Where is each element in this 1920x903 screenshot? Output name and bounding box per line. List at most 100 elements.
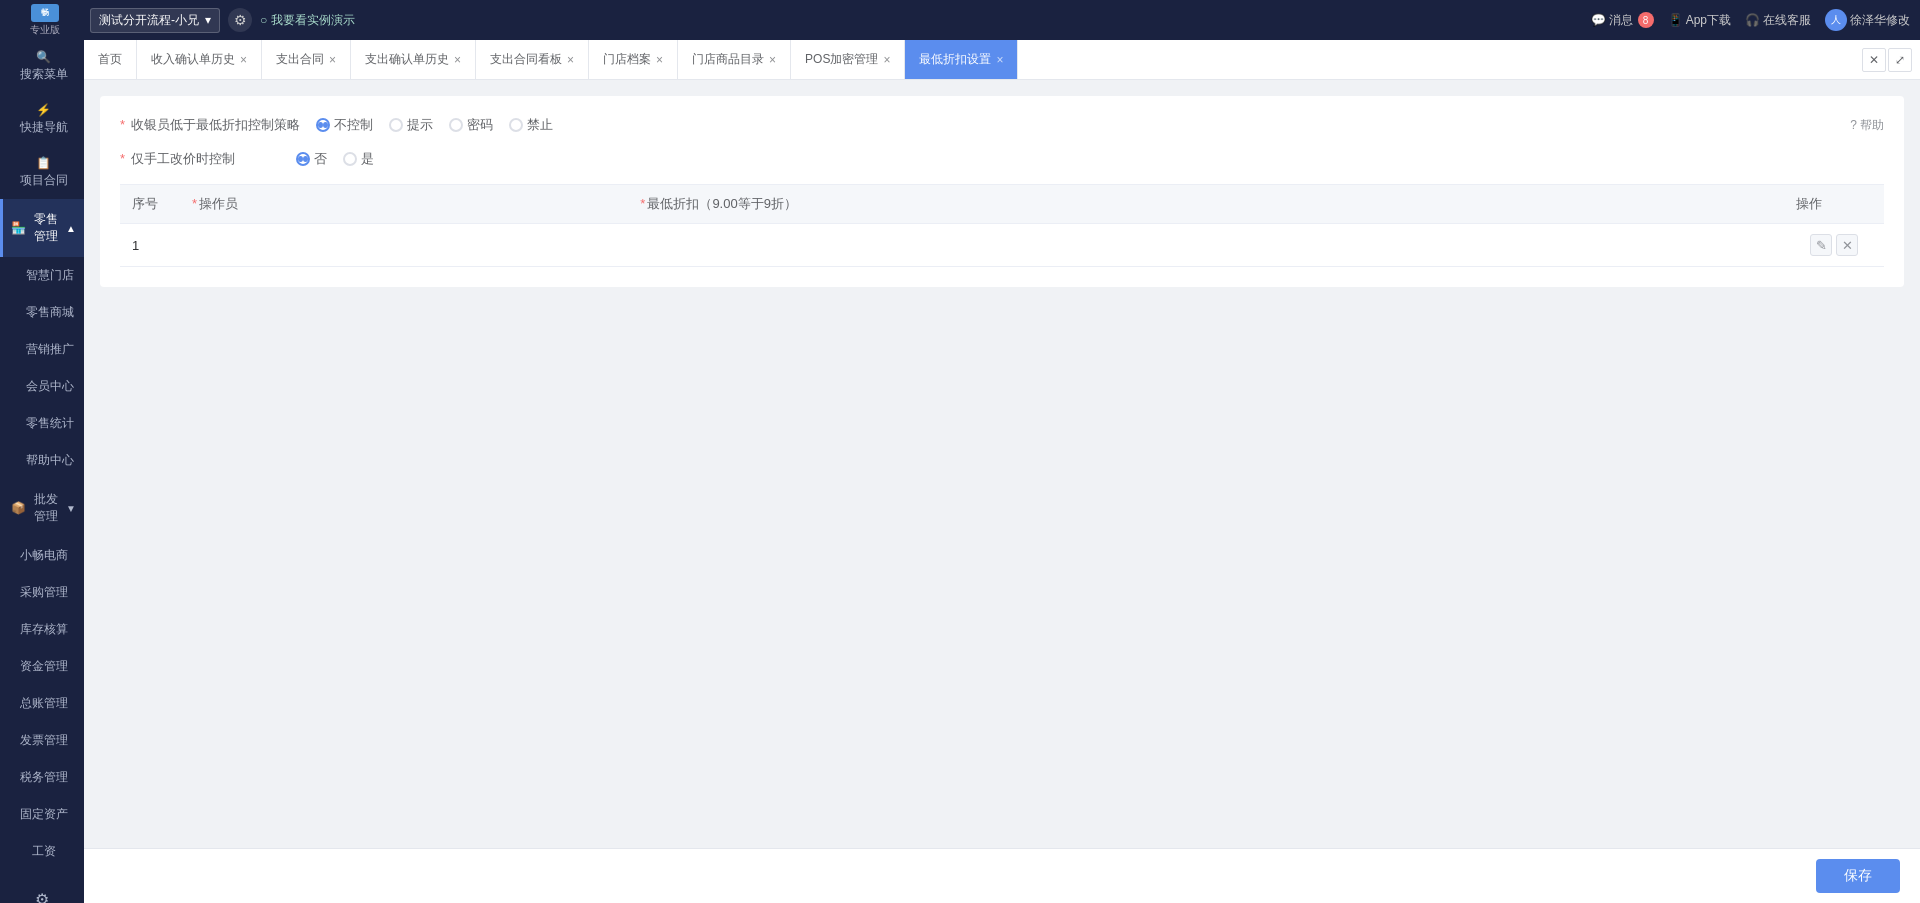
- tab-income-confirm[interactable]: 收入确认单历史 ×: [137, 40, 262, 80]
- tab-label: POS加密管理: [805, 51, 878, 68]
- service-icon: 🎧: [1745, 13, 1760, 27]
- wholesale-icon: 📦: [11, 501, 26, 515]
- tab-store-products[interactable]: 门店商品目录 ×: [678, 40, 791, 80]
- sidebar-item-salary[interactable]: 工资: [0, 833, 84, 870]
- radio-password[interactable]: 密码: [449, 116, 493, 134]
- field1-radio-group: 不控制 提示 密码 禁止: [316, 116, 553, 134]
- sidebar-item-search[interactable]: 🔍 搜索菜单: [0, 40, 84, 93]
- sidebar-item-label: 营销推广: [26, 341, 74, 358]
- top-bar-right: 💬 消息 8 📱 App下载 🎧 在线客服 人 徐泽华修改: [1591, 9, 1910, 31]
- sidebar-item-retail[interactable]: 🏪 零售管理 ▲: [0, 199, 84, 257]
- sidebar-item-label: 总账管理: [20, 695, 68, 712]
- radio-no[interactable]: 否: [296, 150, 327, 168]
- col-header-operator: *操作员: [180, 185, 628, 224]
- user-item[interactable]: 人 徐泽华修改: [1825, 9, 1910, 31]
- tab-payment-confirm[interactable]: 支出确认单历史 ×: [351, 40, 476, 80]
- sidebar-item-tax[interactable]: 税务管理: [0, 759, 84, 796]
- save-button[interactable]: 保存: [1816, 859, 1900, 893]
- chevron-down-icon: ▼: [66, 503, 76, 514]
- tab-close-button[interactable]: ✕: [1862, 48, 1886, 72]
- download-icon: 📱: [1668, 13, 1683, 27]
- radio-no-control[interactable]: 不控制: [316, 116, 373, 134]
- message-label: 消息: [1609, 12, 1633, 29]
- page-content: * 收银员低于最低折扣控制策略 不控制 提示: [84, 80, 1920, 848]
- tab-label: 支出确认单历史: [365, 51, 449, 68]
- question-icon: ?: [1850, 118, 1857, 132]
- edit-button[interactable]: ✎: [1810, 234, 1832, 256]
- tab-close-icon[interactable]: ×: [567, 54, 574, 66]
- sidebar-item-ledger[interactable]: 总账管理: [0, 685, 84, 722]
- sidebar-item-label: 小畅电商: [20, 547, 68, 564]
- message-icon: 💬: [1591, 13, 1606, 27]
- tab-close-icon[interactable]: ×: [240, 54, 247, 66]
- sidebar-item-wholesale[interactable]: 📦 批发管理 ▼: [0, 479, 84, 537]
- sidebar-item-project[interactable]: 📋 项目合同: [0, 146, 84, 199]
- sidebar-item-smart-store[interactable]: 智慧门店: [0, 257, 84, 294]
- sidebar-item-inventory[interactable]: 库存核算: [0, 611, 84, 648]
- tab-min-discount[interactable]: 最低折扣设置 ×: [905, 40, 1018, 80]
- tab-close-icon[interactable]: ×: [656, 54, 663, 66]
- tab-close-icon[interactable]: ×: [454, 54, 461, 66]
- demo-icon: ○: [260, 13, 267, 27]
- demo-link[interactable]: ○ 我要看实例演示: [260, 12, 355, 29]
- sidebar-item-marketing[interactable]: 营销推广: [0, 331, 84, 368]
- sidebar-item-shortcut[interactable]: ⚡ 快捷导航: [0, 93, 84, 146]
- app-download-item[interactable]: 📱 App下载: [1668, 12, 1731, 29]
- sidebar-item-label: 税务管理: [20, 769, 68, 786]
- online-service-item[interactable]: 🎧 在线客服: [1745, 12, 1811, 29]
- sidebar-item-retail-stats[interactable]: 零售统计: [0, 405, 84, 442]
- tab-payment-contract[interactable]: 支出合同 ×: [262, 40, 351, 80]
- help-link[interactable]: ? 帮助: [1850, 117, 1884, 134]
- tab-controls: ✕ ⤢: [1862, 48, 1920, 72]
- col-header-seq: 序号: [120, 185, 180, 224]
- sidebar-item-purchase[interactable]: 采购管理: [0, 574, 84, 611]
- sidebar-item-label: 工资: [32, 843, 56, 860]
- tab-pos-encrypt[interactable]: POS加密管理 ×: [791, 40, 905, 80]
- radio-circle: [449, 118, 463, 132]
- top-bar-center: 测试分开流程-小兄 ▾ ⚙ ○ 我要看实例演示: [90, 8, 1581, 33]
- settings-button[interactable]: ⚙: [228, 8, 252, 32]
- tab-close-icon[interactable]: ×: [996, 54, 1003, 66]
- radio-yes[interactable]: 是: [343, 150, 374, 168]
- demo-text: 我要看实例演示: [271, 12, 355, 29]
- sidebar-item-label: 库存核算: [20, 621, 68, 638]
- project-icon: 📋: [36, 156, 51, 170]
- tab-close-icon[interactable]: ×: [329, 54, 336, 66]
- sidebar-item-label: 发票管理: [20, 732, 68, 749]
- radio-remind[interactable]: 提示: [389, 116, 433, 134]
- retail-icon: 🏪: [11, 221, 26, 235]
- tab-label: 首页: [98, 51, 122, 68]
- chevron-up-icon: ▲: [66, 223, 76, 234]
- sidebar-item-label: 零售统计: [26, 415, 74, 432]
- sidebar-item-help[interactable]: 帮助中心: [0, 442, 84, 479]
- radio-forbid[interactable]: 禁止: [509, 116, 553, 134]
- tab-store-file[interactable]: 门店档案 ×: [589, 40, 678, 80]
- table-wrapper: 序号 *操作员 *最低折扣（9.00等于9折） 操作: [120, 184, 1884, 267]
- message-item[interactable]: 💬 消息 8: [1591, 12, 1654, 29]
- bottom-bar: 保存: [84, 848, 1920, 903]
- tab-label: 收入确认单历史: [151, 51, 235, 68]
- tab-label: 最低折扣设置: [919, 51, 991, 68]
- project-selector[interactable]: 测试分开流程-小兄 ▾: [90, 8, 220, 33]
- gear-icon: ⚙: [234, 12, 247, 28]
- sidebar-gear-button[interactable]: ⚙: [0, 880, 84, 903]
- sidebar-item-member[interactable]: 会员中心: [0, 368, 84, 405]
- tab-close-icon[interactable]: ×: [769, 54, 776, 66]
- sidebar-item-retail-mall[interactable]: 零售商城: [0, 294, 84, 331]
- sidebar-item-label: 资金管理: [20, 658, 68, 675]
- required-indicator: *: [120, 151, 125, 166]
- sidebar-item-finance[interactable]: 资金管理: [0, 648, 84, 685]
- tab-payment-board[interactable]: 支出合同看板 ×: [476, 40, 589, 80]
- tab-label: 门店商品目录: [692, 51, 764, 68]
- tab-maximize-button[interactable]: ⤢: [1888, 48, 1912, 72]
- tab-close-icon[interactable]: ×: [883, 54, 890, 66]
- sidebar-item-ecommerce[interactable]: 小畅电商: [0, 537, 84, 574]
- col-header-min-discount: *最低折扣（9.00等于9折）: [628, 185, 1784, 224]
- sidebar-bottom: ⚙: [0, 870, 84, 903]
- sidebar: 🔍 搜索菜单 ⚡ 快捷导航 📋 项目合同 🏪 零售管理 ▲ 智慧门店 零售商城 …: [0, 40, 84, 903]
- sidebar-item-invoice[interactable]: 发票管理: [0, 722, 84, 759]
- sidebar-item-fixed-assets[interactable]: 固定资产: [0, 796, 84, 833]
- tab-home[interactable]: 首页: [84, 40, 137, 80]
- sidebar-item-label: 零售管理: [30, 211, 62, 245]
- delete-button[interactable]: ✕: [1836, 234, 1858, 256]
